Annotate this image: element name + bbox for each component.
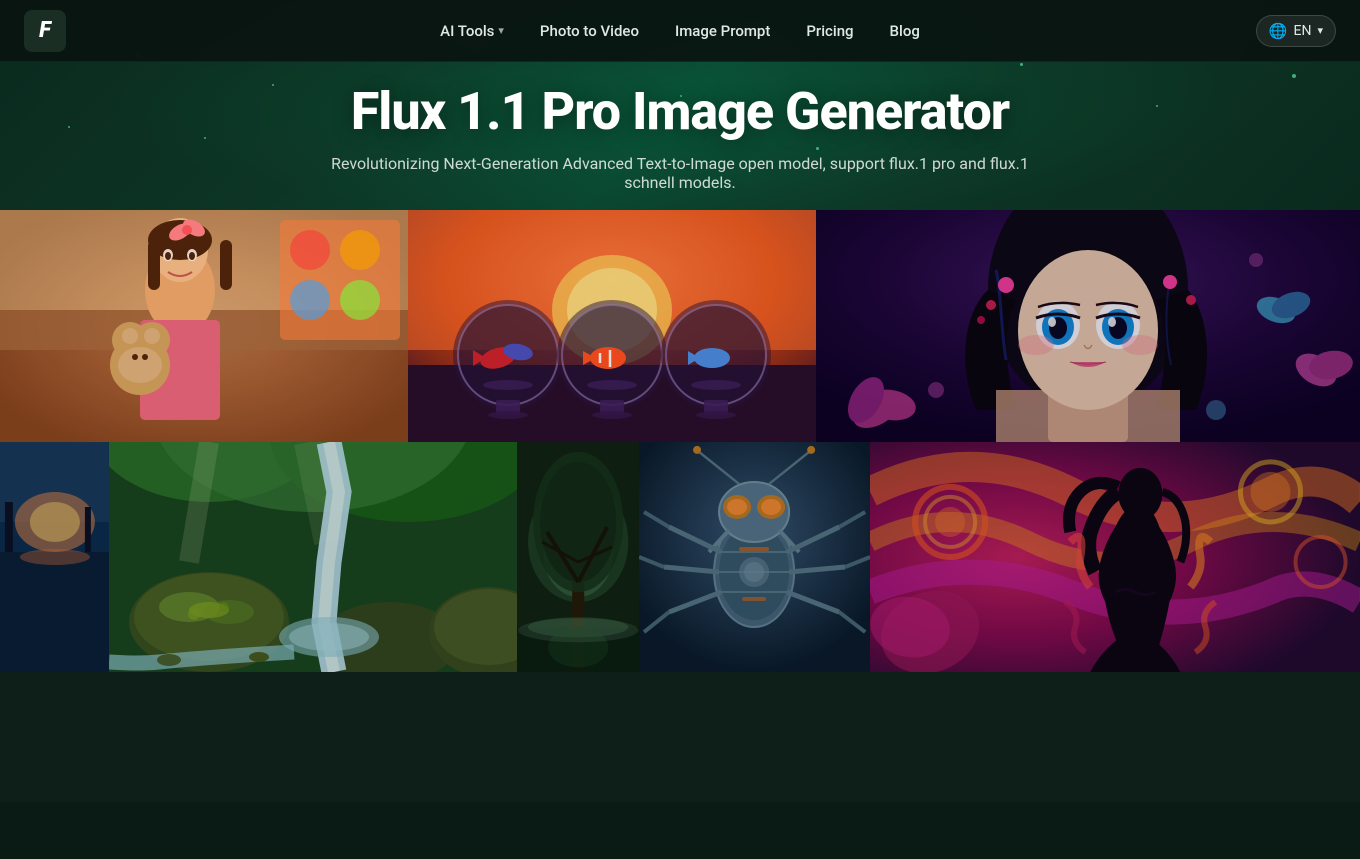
bottom-section xyxy=(0,672,1360,802)
gallery-item-girl-toys[interactable] xyxy=(0,210,408,442)
gallery-item-fish-bowls[interactable] xyxy=(408,210,816,442)
nav-item-pricing[interactable]: Pricing xyxy=(790,14,869,48)
nav-center: AI Tools ▾ Photo to Video Image Prompt P… xyxy=(424,14,936,48)
gallery-item-anime-girl[interactable] xyxy=(816,210,1360,442)
globe-icon: 🌐 xyxy=(1269,22,1288,40)
logo[interactable]: F xyxy=(24,10,66,52)
hero-subtitle: Revolutionizing Next-Generation Advanced… xyxy=(330,154,1030,192)
gallery-item-tree[interactable] xyxy=(517,442,639,672)
nav-item-image-prompt[interactable]: Image Prompt xyxy=(659,14,786,48)
navbar: F AI Tools ▾ Photo to Video Image Prompt… xyxy=(0,0,1360,62)
gallery-item-sunset[interactable] xyxy=(0,442,109,672)
chevron-down-icon: ▾ xyxy=(498,24,504,37)
hero-title: Flux 1.1 Pro Image Generator xyxy=(351,81,1009,142)
nav-right: 🌐 EN ▾ xyxy=(1256,15,1336,47)
gallery-item-colorful[interactable] xyxy=(870,442,1360,672)
gallery-row-1 xyxy=(0,210,1360,442)
nav-left: F xyxy=(24,10,66,52)
gallery-item-waterfall[interactable] xyxy=(109,442,517,672)
nav-item-ai-tools[interactable]: AI Tools ▾ xyxy=(424,14,520,48)
language-selector[interactable]: 🌐 EN ▾ xyxy=(1256,15,1336,47)
gallery-row-2 xyxy=(0,442,1360,672)
gallery-item-robot[interactable] xyxy=(639,442,870,672)
nav-item-blog[interactable]: Blog xyxy=(874,14,936,48)
chevron-down-icon: ▾ xyxy=(1317,24,1323,37)
nav-item-photo-to-video[interactable]: Photo to Video xyxy=(524,14,655,48)
gallery-section xyxy=(0,210,1360,672)
